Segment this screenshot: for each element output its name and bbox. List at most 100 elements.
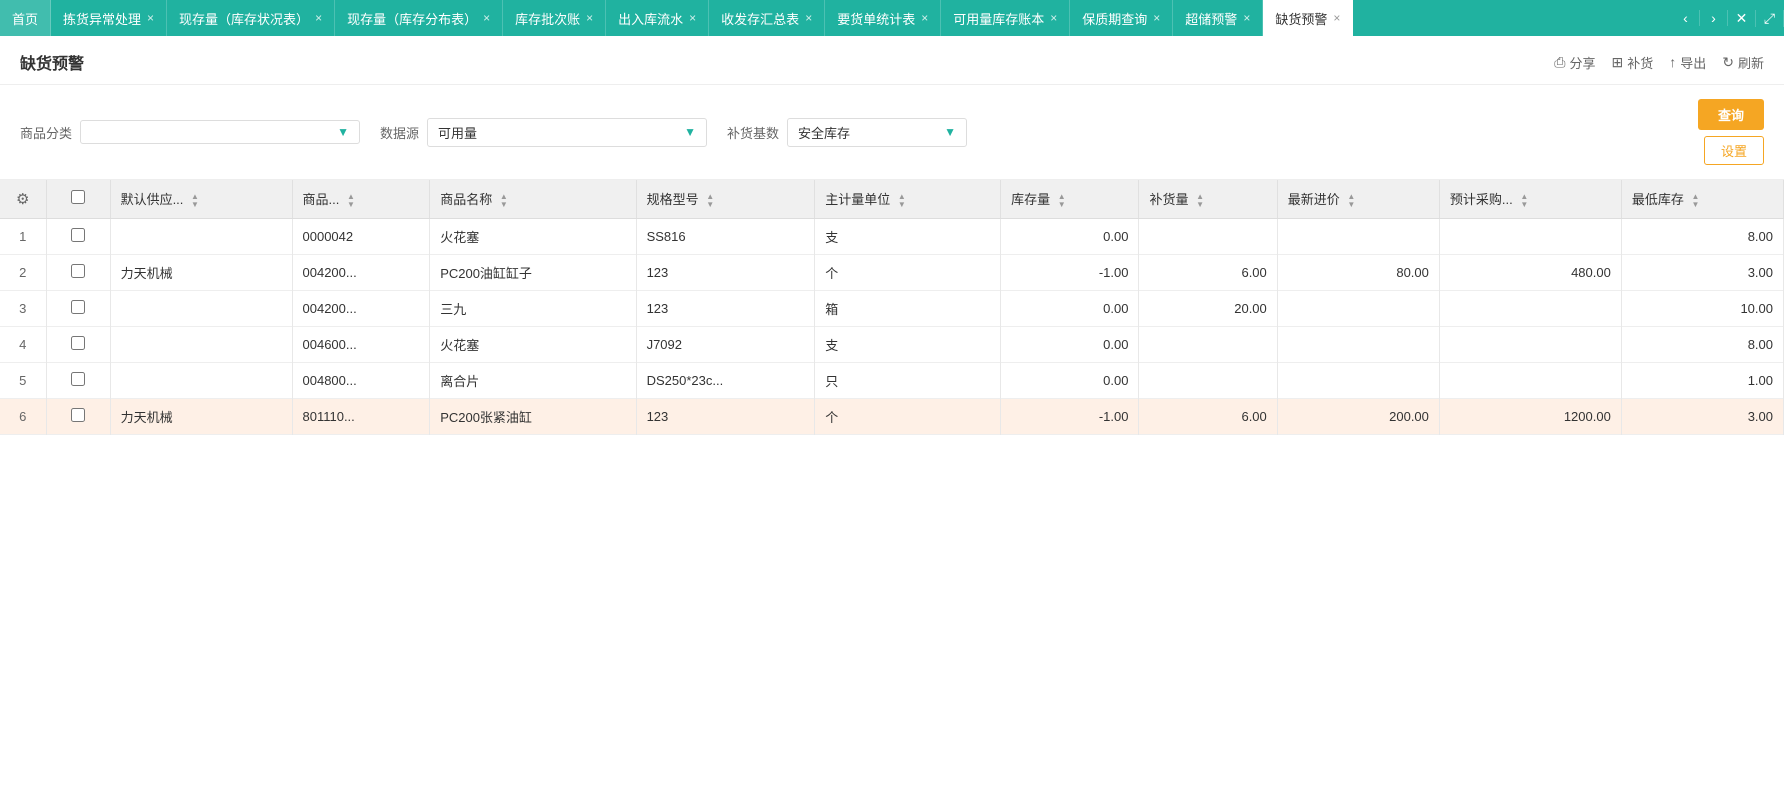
- tab-close-receive-summary[interactable]: ×: [805, 11, 812, 25]
- tab-overstock[interactable]: 超储预警 ×: [1173, 0, 1263, 36]
- row-checkbox-3[interactable]: [71, 300, 85, 314]
- row-latest-price-4: [1277, 326, 1439, 362]
- row-spec-6: 123: [636, 398, 815, 434]
- export-button[interactable]: ↑ 导出: [1669, 53, 1706, 72]
- datasource-arrow-icon: ▼: [684, 125, 696, 139]
- row-product-code-3: 004200...: [292, 290, 430, 326]
- tab-inout-flow[interactable]: 出入库流水 ×: [606, 0, 709, 36]
- refresh-button[interactable]: ↻ 刷新: [1722, 53, 1764, 72]
- tab-close-available-ledger[interactable]: ×: [1050, 11, 1057, 25]
- datasource-filter-group: 数据源 可用量 ▼: [380, 118, 707, 147]
- col-min-stock[interactable]: 最低库存 ▲▼: [1621, 180, 1783, 218]
- row-product-code-2: 004200...: [292, 254, 430, 290]
- row-supplier-6: 力天机械: [110, 398, 292, 434]
- tab-close-shortage[interactable]: ×: [1333, 11, 1340, 25]
- row-product-code-6: 801110...: [292, 398, 430, 434]
- tab-close-batch-account[interactable]: ×: [586, 11, 593, 25]
- tab-close-demand-stats[interactable]: ×: [921, 11, 928, 25]
- data-table: ⚙ 默认供应... ▲▼ 商品... ▲▼ 商品名称 ▲▼: [0, 180, 1784, 435]
- col-est-purchase[interactable]: 预计采购... ▲▼: [1439, 180, 1621, 218]
- datasource-label: 数据源: [380, 123, 419, 142]
- category-filter-group: 商品分类 ▼: [20, 120, 360, 144]
- col-unit[interactable]: 主计量单位 ▲▼: [815, 180, 1001, 218]
- tab-shortage[interactable]: 缺货预警 ×: [1263, 0, 1353, 36]
- row-checkbox-5[interactable]: [71, 372, 85, 386]
- sort-price-icon: ▲▼: [1347, 193, 1355, 209]
- row-latest-price-5: [1277, 362, 1439, 398]
- row-number-5: 5: [0, 362, 46, 398]
- select-all-checkbox[interactable]: [71, 190, 85, 204]
- row-checkbox-cell-3[interactable]: [46, 290, 110, 326]
- table-container: ⚙ 默认供应... ▲▼ 商品... ▲▼ 商品名称 ▲▼: [0, 180, 1784, 435]
- row-spec-4: J7092: [636, 326, 815, 362]
- row-checkbox-2[interactable]: [71, 264, 85, 278]
- filter-actions: 查询 设置: [1698, 99, 1764, 165]
- row-checkbox-cell-2[interactable]: [46, 254, 110, 290]
- row-product-code-1: 0000042: [292, 218, 430, 254]
- row-checkbox-cell-1[interactable]: [46, 218, 110, 254]
- restock-basis-select[interactable]: 安全库存 ▼: [787, 118, 967, 147]
- table-header-row: ⚙ 默认供应... ▲▼ 商品... ▲▼ 商品名称 ▲▼: [0, 180, 1784, 218]
- tab-close-abnormal[interactable]: ×: [147, 11, 154, 25]
- row-unit-5: 只: [815, 362, 1001, 398]
- settings-button[interactable]: 设置: [1704, 136, 1764, 165]
- datasource-select[interactable]: 可用量 ▼: [427, 118, 707, 147]
- row-product-name-4: 火花塞: [430, 326, 636, 362]
- tab-abnormal[interactable]: 拣货异常处理 ×: [51, 0, 167, 36]
- restock-basis-value: 安全库存: [798, 123, 850, 142]
- col-restock-qty[interactable]: 补货量 ▲▼: [1139, 180, 1277, 218]
- tab-close-expiry-query[interactable]: ×: [1153, 11, 1160, 25]
- tab-close-all-btn[interactable]: ✕: [1728, 10, 1756, 27]
- sort-supplier-icon: ▲▼: [191, 193, 199, 209]
- row-min-stock-3: 10.00: [1621, 290, 1783, 326]
- tab-inventory-dist[interactable]: 现存量（库存分布表） ×: [335, 0, 503, 36]
- row-spec-5: DS250*23c...: [636, 362, 815, 398]
- tab-close-inventory-status[interactable]: ×: [315, 11, 322, 25]
- tab-maximize-btn[interactable]: ⤢: [1756, 10, 1784, 27]
- row-stock-6: -1.00: [1001, 398, 1139, 434]
- col-spec[interactable]: 规格型号 ▲▼: [636, 180, 815, 218]
- tab-bar: 首页 拣货异常处理 × 现存量（库存状况表） × 现存量（库存分布表） × 库存…: [0, 0, 1784, 36]
- tab-expiry-query[interactable]: 保质期查询 ×: [1070, 0, 1173, 36]
- tab-receive-summary[interactable]: 收发存汇总表 ×: [709, 0, 825, 36]
- tab-close-inventory-dist[interactable]: ×: [483, 11, 490, 25]
- col-product-name[interactable]: 商品名称 ▲▼: [430, 180, 636, 218]
- row-supplier-5: [110, 362, 292, 398]
- tab-prev-btn[interactable]: ‹: [1672, 10, 1700, 26]
- tab-demand-stats[interactable]: 要货单统计表 ×: [825, 0, 941, 36]
- query-button[interactable]: 查询: [1698, 99, 1764, 130]
- row-checkbox-1[interactable]: [71, 228, 85, 242]
- share-button[interactable]: ⎙ 分享: [1554, 53, 1595, 72]
- row-restock-qty-6: 6.00: [1139, 398, 1277, 434]
- row-number-1: 1: [0, 218, 46, 254]
- row-supplier-2: 力天机械: [110, 254, 292, 290]
- row-stock-1: 0.00: [1001, 218, 1139, 254]
- tab-close-inout-flow[interactable]: ×: [689, 11, 696, 25]
- category-select[interactable]: ▼: [80, 120, 360, 144]
- tab-home[interactable]: 首页: [0, 0, 51, 36]
- col-stock[interactable]: 库存量 ▲▼: [1001, 180, 1139, 218]
- page-title: 缺货预警: [20, 50, 84, 74]
- row-checkbox-cell-6[interactable]: [46, 398, 110, 434]
- row-spec-2: 123: [636, 254, 815, 290]
- tab-next-btn[interactable]: ›: [1700, 10, 1728, 26]
- row-spec-3: 123: [636, 290, 815, 326]
- col-default-supplier[interactable]: 默认供应... ▲▼: [110, 180, 292, 218]
- row-checkbox-cell-5[interactable]: [46, 362, 110, 398]
- col-product-code[interactable]: 商品... ▲▼: [292, 180, 430, 218]
- tab-inventory-status[interactable]: 现存量（库存状况表） ×: [167, 0, 335, 36]
- tab-batch-account[interactable]: 库存批次账 ×: [503, 0, 606, 36]
- col-latest-price[interactable]: 最新进价 ▲▼: [1277, 180, 1439, 218]
- row-checkbox-cell-4[interactable]: [46, 326, 110, 362]
- row-checkbox-6[interactable]: [71, 408, 85, 422]
- row-restock-qty-5: [1139, 362, 1277, 398]
- row-checkbox-4[interactable]: [71, 336, 85, 350]
- row-latest-price-1: [1277, 218, 1439, 254]
- table-row: 4 004600... 火花塞 J7092 支 0.00 8.00: [0, 326, 1784, 362]
- row-est-purchase-6: 1200.00: [1439, 398, 1621, 434]
- tab-close-overstock[interactable]: ×: [1243, 11, 1250, 25]
- col-settings[interactable]: ⚙: [0, 180, 46, 218]
- tab-available-ledger[interactable]: 可用量库存账本 ×: [941, 0, 1070, 36]
- restock-button[interactable]: ⊞ 补货: [1611, 53, 1653, 72]
- row-product-name-6: PC200张紧油缸: [430, 398, 636, 434]
